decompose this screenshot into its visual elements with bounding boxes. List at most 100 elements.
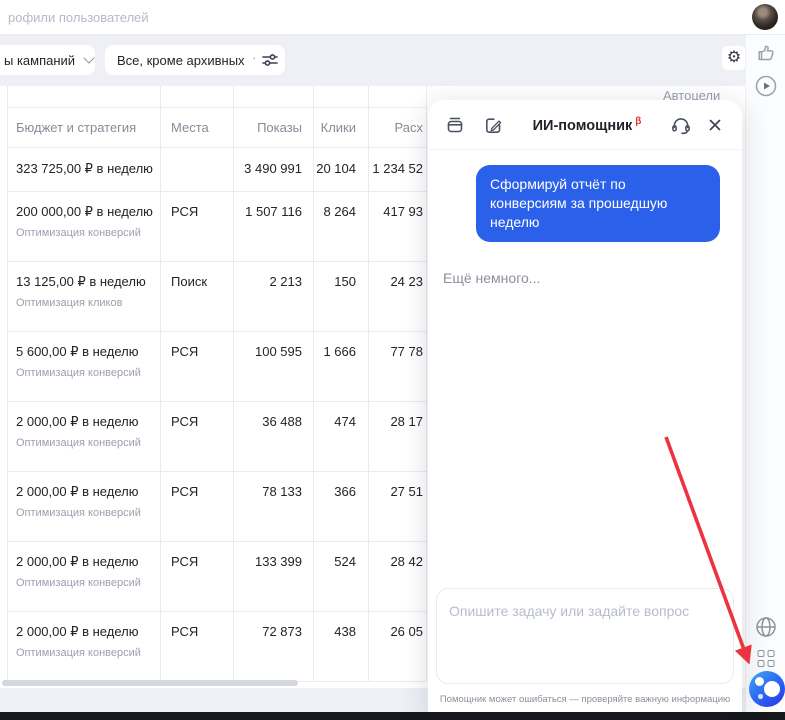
table-header-row: Бюджет и стратегия Места Показы Клики Ра… bbox=[8, 108, 427, 148]
archive-filter-dropdown[interactable]: Все, кроме архивных bbox=[105, 45, 277, 75]
table-row[interactable]: 323 725,00 ₽ в неделю 3 490 991 20 104 1… bbox=[8, 148, 427, 192]
yandex-direct-screen: рофили пользователей ы кампаний Все, кро… bbox=[0, 0, 785, 720]
ai-bubble-medium bbox=[755, 677, 764, 686]
chat-input[interactable] bbox=[436, 588, 734, 684]
horizontal-scrollbar[interactable] bbox=[2, 680, 298, 686]
clicks-cell: 524 bbox=[314, 542, 369, 611]
budget-value: 323 725,00 ₽ в неделю bbox=[16, 161, 153, 176]
support-button[interactable] bbox=[669, 113, 693, 137]
places-cell: РСЯ bbox=[161, 542, 234, 611]
cost-cell: 417 93 bbox=[369, 192, 427, 261]
page-title: рофили пользователей bbox=[8, 10, 149, 25]
table-row[interactable]: 2 000,00 ₽ в неделю Оптимизация конверси… bbox=[8, 612, 427, 682]
strategy-label: Оптимизация конверсий bbox=[16, 577, 141, 589]
table-row[interactable]: 2 000,00 ₽ в неделю Оптимизация конверси… bbox=[8, 472, 427, 542]
table-row[interactable]: 2 000,00 ₽ в неделю Оптимизация конверси… bbox=[8, 402, 427, 472]
video-help-button[interactable] bbox=[754, 74, 778, 98]
ai-assistant-panel: ИИ-помощник β Сформируй отчёт по конверс… bbox=[428, 100, 742, 712]
col-budget-strategy[interactable]: Бюджет и стратегия bbox=[8, 108, 161, 147]
strategy-label: Оптимизация конверсий bbox=[16, 507, 141, 519]
budget-value: 2 000,00 ₽ в неделю bbox=[16, 484, 139, 499]
chat-title: ИИ-помощник β bbox=[532, 115, 642, 134]
cost-cell: 27 51 bbox=[369, 472, 427, 541]
cost-cell: 28 17 bbox=[369, 402, 427, 471]
language-button[interactable] bbox=[754, 615, 778, 639]
close-chat-button[interactable] bbox=[703, 113, 727, 137]
budget-value: 2 000,00 ₽ в неделю bbox=[16, 414, 139, 429]
places-cell: Поиск bbox=[161, 262, 234, 331]
right-sidebar bbox=[745, 35, 785, 712]
clicks-cell: 8 264 bbox=[314, 192, 369, 261]
cost-cell: 26 05 bbox=[369, 612, 427, 681]
campaign-types-dropdown[interactable]: ы кампаний bbox=[0, 45, 95, 75]
impressions-cell: 2 213 bbox=[234, 262, 314, 331]
cost-cell: 1 234 52 bbox=[369, 148, 427, 191]
history-icon bbox=[447, 117, 463, 132]
ai-assistant-button[interactable] bbox=[749, 671, 785, 707]
table-row[interactable]: 2 000,00 ₽ в неделю Оптимизация конверси… bbox=[8, 542, 427, 612]
chat-header: ИИ-помощник β bbox=[428, 100, 742, 150]
impressions-cell: 1 507 116 bbox=[234, 192, 314, 261]
table-row[interactable]: 200 000,00 ₽ в неделю Оптимизация конвер… bbox=[8, 192, 427, 262]
filter-sliders-icon bbox=[262, 54, 278, 66]
play-icon bbox=[755, 75, 776, 97]
col-places[interactable]: Места bbox=[161, 108, 234, 147]
user-message-bubble: Сформируй отчёт по конверсиям за прошедш… bbox=[476, 165, 720, 242]
top-bar: рофили пользователей bbox=[0, 0, 785, 35]
apps-button[interactable] bbox=[757, 650, 774, 667]
beta-badge: β bbox=[635, 115, 642, 127]
globe-icon bbox=[755, 617, 776, 637]
table-row[interactable]: 13 125,00 ₽ в неделю Оптимизация кликов … bbox=[8, 262, 427, 332]
clicks-cell: 20 104 bbox=[314, 148, 369, 191]
table-settings-button[interactable]: ⚙ bbox=[722, 46, 746, 70]
new-chat-button[interactable] bbox=[481, 113, 505, 137]
new-chat-icon bbox=[486, 117, 502, 133]
cost-cell: 28 42 bbox=[369, 542, 427, 611]
ai-bubble-small bbox=[758, 694, 763, 699]
filters-toolbar: ы кампаний Все, кроме архивных ⚙ bbox=[0, 35, 746, 86]
budget-value: 5 600,00 ₽ в неделю bbox=[16, 344, 139, 359]
clicks-cell: 438 bbox=[314, 612, 369, 681]
impressions-cell: 100 595 bbox=[234, 332, 314, 401]
strategy-label: Оптимизация кликов bbox=[16, 297, 123, 309]
impressions-cell: 72 873 bbox=[234, 612, 314, 681]
cost-cell: 77 78 bbox=[369, 332, 427, 401]
support-headset-icon bbox=[672, 117, 690, 134]
ai-bubble-large bbox=[764, 681, 780, 697]
clicks-cell: 150 bbox=[314, 262, 369, 331]
gear-icon: ⚙ bbox=[726, 49, 742, 66]
budget-value: 2 000,00 ₽ в неделю bbox=[16, 624, 139, 639]
close-icon bbox=[709, 119, 721, 130]
strategy-label: Оптимизация конверсий bbox=[16, 367, 141, 379]
places-cell: РСЯ bbox=[161, 612, 234, 681]
col-cost[interactable]: Расх bbox=[369, 108, 427, 147]
strategy-label: Оптимизация конверсий bbox=[16, 227, 141, 239]
cost-cell: 24 23 bbox=[369, 262, 427, 331]
impressions-cell: 36 488 bbox=[234, 402, 314, 471]
clicks-cell: 1 666 bbox=[314, 332, 369, 401]
thumbs-up-icon bbox=[757, 45, 774, 61]
chat-history-button[interactable] bbox=[443, 113, 467, 137]
table-row[interactable]: 5 600,00 ₽ в неделю Оптимизация конверси… bbox=[8, 332, 427, 402]
clicks-cell: 366 bbox=[314, 472, 369, 541]
places-cell: РСЯ bbox=[161, 402, 234, 471]
feedback-button[interactable] bbox=[755, 42, 777, 64]
places-cell: РСЯ bbox=[161, 332, 234, 401]
clicks-cell: 474 bbox=[314, 402, 369, 471]
col-impressions[interactable]: Показы bbox=[234, 108, 314, 147]
chevron-down-icon bbox=[83, 52, 95, 64]
strategy-label: Оптимизация конверсий bbox=[16, 437, 141, 449]
table-top-strip bbox=[8, 86, 427, 108]
impressions-cell: 3 490 991 bbox=[234, 148, 314, 191]
col-clicks[interactable]: Клики bbox=[314, 108, 369, 147]
places-cell: РСЯ bbox=[161, 472, 234, 541]
impressions-cell: 133 399 bbox=[234, 542, 314, 611]
bottom-black-bar bbox=[0, 712, 785, 720]
strategy-label: Оптимизация конверсий bbox=[16, 647, 141, 659]
campaigns-table: Бюджет и стратегия Места Показы Клики Ра… bbox=[7, 86, 427, 682]
impressions-cell: 78 133 bbox=[234, 472, 314, 541]
budget-value: 13 125,00 ₽ в неделю bbox=[16, 274, 146, 289]
campaign-types-label: ы кампаний bbox=[4, 52, 76, 68]
filter-settings-button[interactable] bbox=[255, 45, 285, 75]
user-avatar[interactable] bbox=[752, 4, 778, 30]
